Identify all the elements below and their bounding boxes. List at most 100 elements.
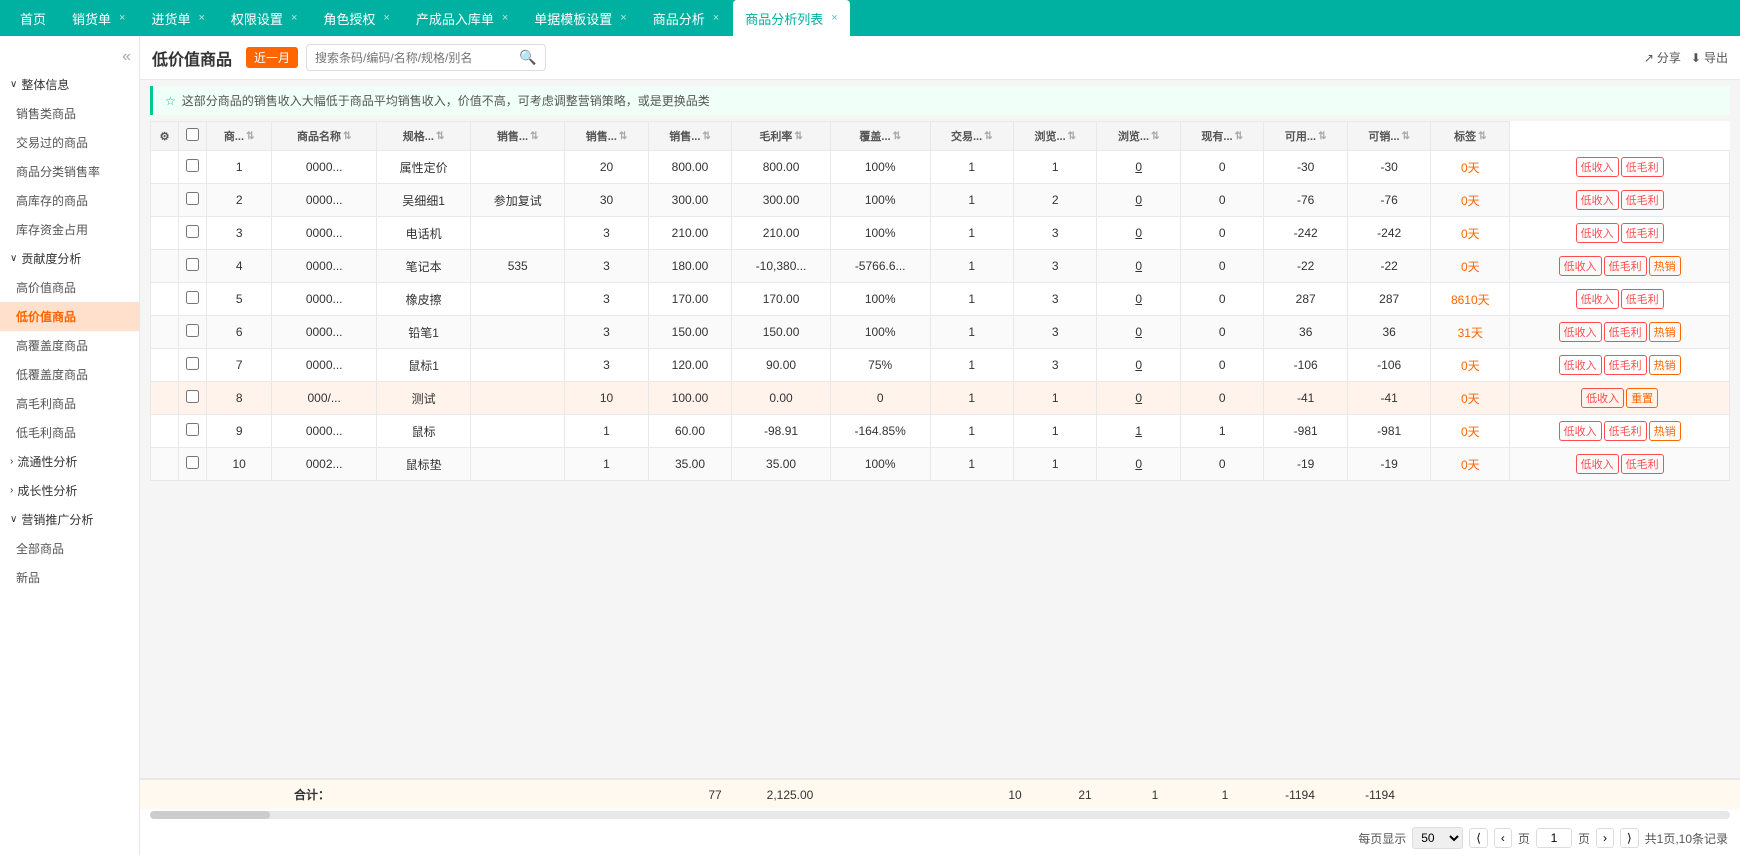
row-select-checkbox[interactable] — [186, 456, 199, 469]
sidebar-item-库存资金占用[interactable]: 库存资金占用 — [0, 215, 139, 244]
th-avail[interactable]: 可用...⇅ — [1264, 122, 1347, 151]
row-checkbox[interactable] — [179, 151, 207, 184]
sidebar-item-低毛利商品[interactable]: 低毛利商品 — [0, 418, 139, 447]
th-spec[interactable]: 规格...⇅ — [377, 122, 471, 151]
close-icon[interactable]: × — [620, 12, 626, 24]
last-page-button[interactable]: ⟩ — [1620, 828, 1639, 848]
select-all-checkbox[interactable] — [186, 128, 199, 141]
nav-tab-商品分析列表[interactable]: 商品分析列表× — [733, 0, 849, 36]
th-name[interactable]: 商品名称⇅ — [272, 122, 377, 151]
page-number-input[interactable] — [1536, 828, 1572, 848]
sidebar-item-销售类商品[interactable]: 销售类商品 — [0, 99, 139, 128]
row-checkbox[interactable] — [179, 382, 207, 415]
th-code[interactable]: 商...⇅ — [207, 122, 272, 151]
row-tags: 低收入低毛利 — [1510, 448, 1730, 481]
th-view2[interactable]: 浏览...⇅ — [1097, 122, 1180, 151]
row-select-checkbox[interactable] — [186, 225, 199, 238]
sidebar-group-营销推广分析[interactable]: ∨营销推广分析 — [0, 505, 139, 534]
sidebar-item-全部商品[interactable]: 全部商品 — [0, 534, 139, 563]
filter-tag-button[interactable]: 近一月 — [246, 47, 298, 68]
close-icon[interactable]: × — [198, 12, 204, 24]
horizontal-scrollbar[interactable] — [150, 811, 1730, 819]
sidebar-item-高库存的商品[interactable]: 高库存的商品 — [0, 186, 139, 215]
sidebar-item-交易过的商品[interactable]: 交易过的商品 — [0, 128, 139, 157]
sidebar-item-高毛利商品[interactable]: 高毛利商品 — [0, 389, 139, 418]
nav-tab-首页[interactable]: 首页 — [8, 0, 58, 36]
th-view1[interactable]: 浏览...⇅ — [1014, 122, 1097, 151]
close-icon[interactable]: × — [831, 12, 837, 24]
next-page-button[interactable]: › — [1596, 828, 1614, 848]
nav-tab-销货单[interactable]: 销货单× — [60, 0, 137, 36]
row-view1[interactable]: 0 — [1097, 217, 1180, 250]
close-icon[interactable]: × — [119, 12, 125, 24]
sidebar-group-流通性分析[interactable]: ›流通性分析 — [0, 447, 139, 476]
nav-tab-商品分析[interactable]: 商品分析× — [641, 0, 731, 36]
sidebar-group-整体信息[interactable]: ∨整体信息 — [0, 70, 139, 99]
th-amt[interactable]: 销售...⇅ — [648, 122, 731, 151]
th-trade[interactable]: 交易...⇅ — [930, 122, 1013, 151]
row-view1[interactable]: 0 — [1097, 448, 1180, 481]
sidebar-item-商品分类销售率[interactable]: 商品分类销售率 — [0, 157, 139, 186]
th-tags[interactable]: 标签⇅ — [1431, 122, 1510, 151]
row-select-checkbox[interactable] — [186, 192, 199, 205]
row-view1[interactable]: 0 — [1097, 250, 1180, 283]
th-cov[interactable]: 覆盖...⇅ — [830, 122, 930, 151]
row-select-checkbox[interactable] — [186, 324, 199, 337]
row-tags: 低收入低毛利 — [1510, 217, 1730, 250]
close-icon[interactable]: × — [383, 12, 389, 24]
sidebar-item-高覆盖度商品[interactable]: 高覆盖度商品 — [0, 331, 139, 360]
close-icon[interactable]: × — [713, 12, 719, 24]
row-select-checkbox[interactable] — [186, 390, 199, 403]
row-view1[interactable]: 0 — [1097, 151, 1180, 184]
row-select-checkbox[interactable] — [186, 258, 199, 271]
row-checkbox[interactable] — [179, 349, 207, 382]
row-checkbox[interactable] — [179, 217, 207, 250]
scrollbar-thumb[interactable] — [150, 811, 270, 819]
row-view1[interactable]: 1 — [1097, 415, 1180, 448]
close-icon[interactable]: × — [502, 12, 508, 24]
row-view1[interactable]: 0 — [1097, 316, 1180, 349]
row-checkbox[interactable] — [179, 316, 207, 349]
row-select-checkbox[interactable] — [186, 357, 199, 370]
th-qty[interactable]: 销售...⇅ — [471, 122, 565, 151]
nav-tab-单据模板设置[interactable]: 单据模板设置× — [522, 0, 638, 36]
export-button[interactable]: ⬇ 导出 — [1691, 49, 1728, 66]
nav-tab-权限设置[interactable]: 权限设置× — [219, 0, 309, 36]
nav-tab-进货单[interactable]: 进货单× — [139, 0, 216, 36]
th-profit[interactable]: 毛利率⇅ — [732, 122, 831, 151]
sidebar-item-新品[interactable]: 新品 — [0, 563, 139, 592]
row-checkbox[interactable] — [179, 448, 207, 481]
sidebar-group-成长性分析[interactable]: ›成长性分析 — [0, 476, 139, 505]
row-select-checkbox[interactable] — [186, 159, 199, 172]
search-input[interactable] — [315, 51, 515, 65]
sidebar-collapse-button[interactable]: « — [122, 48, 131, 65]
row-select-checkbox[interactable] — [186, 423, 199, 436]
row-checkbox[interactable] — [179, 250, 207, 283]
th-gear[interactable]: ⚙ — [151, 122, 179, 151]
sidebar-item-高价值商品[interactable]: 高价值商品 — [0, 273, 139, 302]
nav-tab-产成品入库单[interactable]: 产成品入库单× — [404, 0, 520, 36]
sidebar-item-低覆盖度商品[interactable]: 低覆盖度商品 — [0, 360, 139, 389]
th-price[interactable]: 销售...⇅ — [565, 122, 648, 151]
row-view1[interactable]: 0 — [1097, 349, 1180, 382]
first-page-button[interactable]: ⟨ — [1469, 828, 1488, 848]
sidebar-group-贡献度分析[interactable]: ∨贡献度分析 — [0, 244, 139, 273]
row-view1[interactable]: 0 — [1097, 184, 1180, 217]
page-size-select[interactable]: 50 100 200 — [1412, 827, 1463, 849]
row-select-checkbox[interactable] — [186, 291, 199, 304]
share-button[interactable]: ↗ 分享 — [1644, 49, 1681, 66]
search-icon[interactable]: 🔍 — [519, 49, 536, 66]
th-stock[interactable]: 现有...⇅ — [1180, 122, 1263, 151]
row-view1[interactable]: 0 — [1097, 283, 1180, 316]
prev-page-button[interactable]: ‹ — [1494, 828, 1512, 848]
row-days: 0天 — [1431, 415, 1510, 448]
row-checkbox[interactable] — [179, 184, 207, 217]
th-checkbox[interactable] — [179, 122, 207, 151]
row-view1[interactable]: 0 — [1097, 382, 1180, 415]
th-salable[interactable]: 可销...⇅ — [1347, 122, 1430, 151]
close-icon[interactable]: × — [291, 12, 297, 24]
row-checkbox[interactable] — [179, 283, 207, 316]
nav-tab-角色授权[interactable]: 角色授权× — [311, 0, 401, 36]
sidebar-item-低价值商品[interactable]: 低价值商品 — [0, 302, 139, 331]
row-checkbox[interactable] — [179, 415, 207, 448]
